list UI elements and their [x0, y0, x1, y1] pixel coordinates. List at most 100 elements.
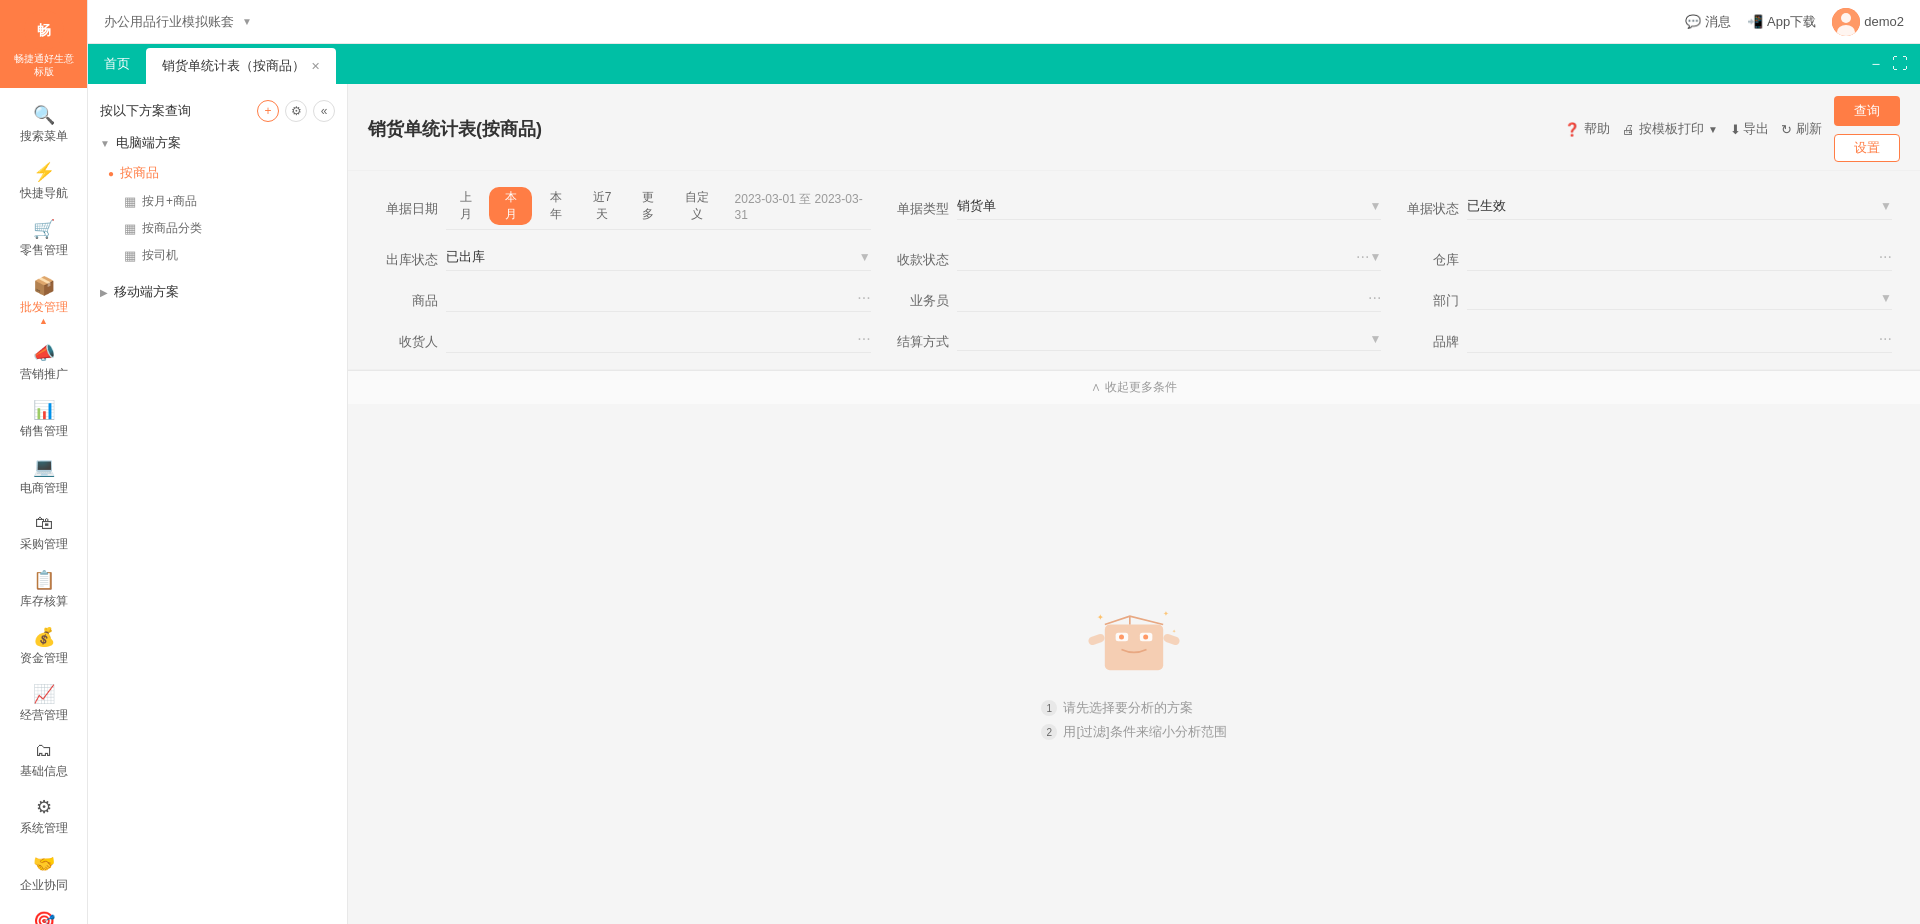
- date-btn-this-year[interactable]: 本年: [536, 187, 575, 225]
- filter-cell-status: 单据状态 已生效 ▼: [1389, 183, 1900, 234]
- empty-illustration: ✦ ✦ ✦: [1084, 587, 1184, 687]
- tree-parent-mobile[interactable]: ▶ 移动端方案: [88, 277, 347, 307]
- help-btn[interactable]: ❓ 帮助: [1564, 120, 1610, 138]
- tab-home[interactable]: 首页: [88, 44, 146, 84]
- sidebar-item-label-marketing: 营销推广: [20, 366, 68, 383]
- sidebar-item-label-sales: 销售管理: [20, 423, 68, 440]
- type-dropdown-icon[interactable]: ▼: [1369, 199, 1381, 213]
- app-download-btn[interactable]: 📲 App下载: [1747, 13, 1816, 31]
- sidebar-item-quick-nav[interactable]: ⚡ 快捷导航: [0, 153, 87, 210]
- goods-dots[interactable]: ···: [857, 289, 870, 307]
- sidebar-item-sales[interactable]: 📊 销售管理: [0, 391, 87, 448]
- department-dropdown-icon[interactable]: ▼: [1880, 291, 1892, 305]
- by-cashier-icon: ▦: [124, 248, 136, 263]
- stock-status-dropdown-icon[interactable]: ▼: [859, 250, 871, 264]
- industry-dropdown-icon[interactable]: ▼: [242, 16, 252, 27]
- brand-dots[interactable]: ···: [1879, 330, 1892, 348]
- type-filter-label: 单据类型: [887, 200, 957, 218]
- tab-close-icon[interactable]: ✕: [311, 60, 320, 73]
- recipient-dots[interactable]: ···: [857, 330, 870, 348]
- date-btn-7days[interactable]: 近7天: [579, 187, 625, 225]
- message-btn[interactable]: 💬 消息: [1685, 13, 1731, 31]
- collapse-btn-label: ∧ 收起更多条件: [1091, 380, 1176, 394]
- date-btn-custom[interactable]: 自定义: [672, 187, 723, 225]
- refresh-btn[interactable]: ↻ 刷新: [1781, 120, 1822, 138]
- page-title: 销货单统计表(按商品): [368, 117, 542, 141]
- tab-minimize-icon[interactable]: －: [1868, 54, 1884, 75]
- panel-header-title: 按以下方案查询: [100, 102, 191, 120]
- tab-maximize-icon[interactable]: ⛶: [1892, 55, 1908, 73]
- tree-item-by-month-goods-label: 按月+商品: [142, 193, 197, 210]
- date-btn-this-month[interactable]: 本月: [489, 187, 532, 225]
- user-area[interactable]: demo2: [1832, 8, 1904, 36]
- logo[interactable]: 畅 畅捷通好生意标版: [0, 0, 87, 88]
- salesperson-label: 业务员: [887, 292, 957, 310]
- brand-control: ···: [1467, 330, 1892, 353]
- tree-parent-pc[interactable]: ▼ 电脑端方案: [88, 128, 347, 158]
- sidebar-item-newbie[interactable]: 🎯 新手引导: [0, 902, 87, 924]
- content-area: 按以下方案查询 + ⚙ « ▼ 电脑端方案 ● 按商品 ▦ 按月+商品: [88, 84, 1920, 924]
- tree-item-by-goods-category[interactable]: ▦ 按商品分类: [88, 215, 347, 242]
- sidebar-item-corp[interactable]: 🤝 企业协同: [0, 845, 87, 902]
- sidebar-item-label-ecommerce: 电商管理: [20, 480, 68, 497]
- system-icon: ⚙: [36, 796, 52, 818]
- tip-num-2: 2: [1041, 724, 1057, 740]
- filter-cell-date: 单据日期 上月 本月 本年 近7天 更多 自定义 2023-03-01 至 20…: [368, 183, 879, 234]
- sidebar: 畅 畅捷通好生意标版 🔍 搜索菜单 ⚡ 快捷导航 🛒 零售管理 📦 批发管理 ▲…: [0, 0, 88, 924]
- industry-label-area: 办公用品行业模拟账套 ▼: [104, 13, 252, 31]
- sidebar-item-operations[interactable]: 📈 经营管理: [0, 675, 87, 732]
- logo-text: 畅捷通好生意标版: [14, 52, 74, 78]
- sidebar-item-label-retail: 零售管理: [20, 242, 68, 259]
- sidebar-item-retail[interactable]: 🛒 零售管理: [0, 210, 87, 267]
- collapse-panel-btn[interactable]: «: [313, 100, 335, 122]
- tree-item-by-goods-label: 按商品: [120, 164, 159, 182]
- payment-status-dots[interactable]: ···: [1356, 248, 1369, 266]
- tree-item-by-cashier[interactable]: ▦ 按司机: [88, 242, 347, 269]
- add-scheme-btn[interactable]: +: [257, 100, 279, 122]
- date-filter-controls: 上月 本月 本年 近7天 更多 自定义 2023-03-01 至 2023-03…: [446, 187, 871, 230]
- sidebar-item-inventory[interactable]: 📋 库存核算: [0, 561, 87, 618]
- export-btn[interactable]: ⬇ 导出: [1730, 120, 1769, 138]
- date-range-value: 2023-03-01 至 2023-03-31: [735, 191, 871, 222]
- payment-status-dropdown-icon[interactable]: ▼: [1369, 250, 1381, 264]
- collapse-bar[interactable]: ∧ 收起更多条件: [348, 370, 1920, 404]
- sidebar-item-finance[interactable]: 💰 资金管理: [0, 618, 87, 675]
- filter-cell-brand: 品牌 ···: [1389, 326, 1900, 357]
- sidebar-item-search[interactable]: 🔍 搜索菜单: [0, 96, 87, 153]
- tab-report[interactable]: 销货单统计表（按商品） ✕: [146, 48, 336, 84]
- settlement-control: ▼: [957, 332, 1382, 351]
- filter-cell-payment: 收款状态 ··· ▼: [879, 244, 1390, 275]
- query-button[interactable]: 查询: [1834, 96, 1900, 126]
- sidebar-item-wholesale[interactable]: 📦 批发管理 ▲: [0, 267, 87, 334]
- settings-button[interactable]: 设置: [1834, 134, 1900, 162]
- page-actions: ❓ 帮助 🖨 按模板打印 ▼ ⬇ 导出 ↻ 刷新: [1564, 96, 1900, 162]
- message-label: 消息: [1705, 13, 1731, 31]
- print-dropdown-icon[interactable]: ▼: [1708, 124, 1718, 135]
- settings-scheme-btn[interactable]: ⚙: [285, 100, 307, 122]
- recipient-control: ···: [446, 330, 871, 353]
- settlement-dropdown-icon[interactable]: ▼: [1369, 332, 1381, 346]
- filter-cell-type: 单据类型 销货单 ▼: [879, 183, 1390, 234]
- sidebar-item-marketing[interactable]: 📣 营销推广: [0, 334, 87, 391]
- inventory-icon: 📋: [33, 569, 55, 591]
- warehouse-dots[interactable]: ···: [1879, 248, 1892, 266]
- help-icon: ❓: [1564, 122, 1580, 137]
- top-header: 办公用品行业模拟账套 ▼ 💬 消息 📲 App下载 de: [88, 0, 1920, 44]
- template-print-btn[interactable]: 🖨 按模板打印 ▼: [1622, 120, 1718, 138]
- sidebar-item-base[interactable]: 🗂 基础信息: [0, 732, 87, 788]
- tree-item-by-month-goods[interactable]: ▦ 按月+商品: [88, 188, 347, 215]
- brand-label: 品牌: [1397, 333, 1467, 351]
- date-btn-last-month[interactable]: 上月: [446, 187, 485, 225]
- status-dropdown-icon[interactable]: ▼: [1880, 199, 1892, 213]
- sidebar-item-ecommerce[interactable]: 💻 电商管理: [0, 448, 87, 505]
- sidebar-item-system[interactable]: ⚙ 系统管理: [0, 788, 87, 845]
- tree-item-by-goods[interactable]: ● 按商品: [88, 158, 347, 188]
- salesperson-dots[interactable]: ···: [1368, 289, 1381, 307]
- type-filter-control: 销货单 ▼: [957, 197, 1382, 220]
- filter-cell-warehouse: 仓库 ···: [1389, 244, 1900, 275]
- date-btn-more[interactable]: 更多: [629, 187, 668, 225]
- search-icon: 🔍: [33, 104, 55, 126]
- template-print-label: 按模板打印: [1639, 120, 1704, 138]
- sidebar-item-purchase[interactable]: 🛍 采购管理: [0, 505, 87, 561]
- filter-grid: 单据日期 上月 本月 本年 近7天 更多 自定义 2023-03-01 至 20…: [368, 183, 1900, 357]
